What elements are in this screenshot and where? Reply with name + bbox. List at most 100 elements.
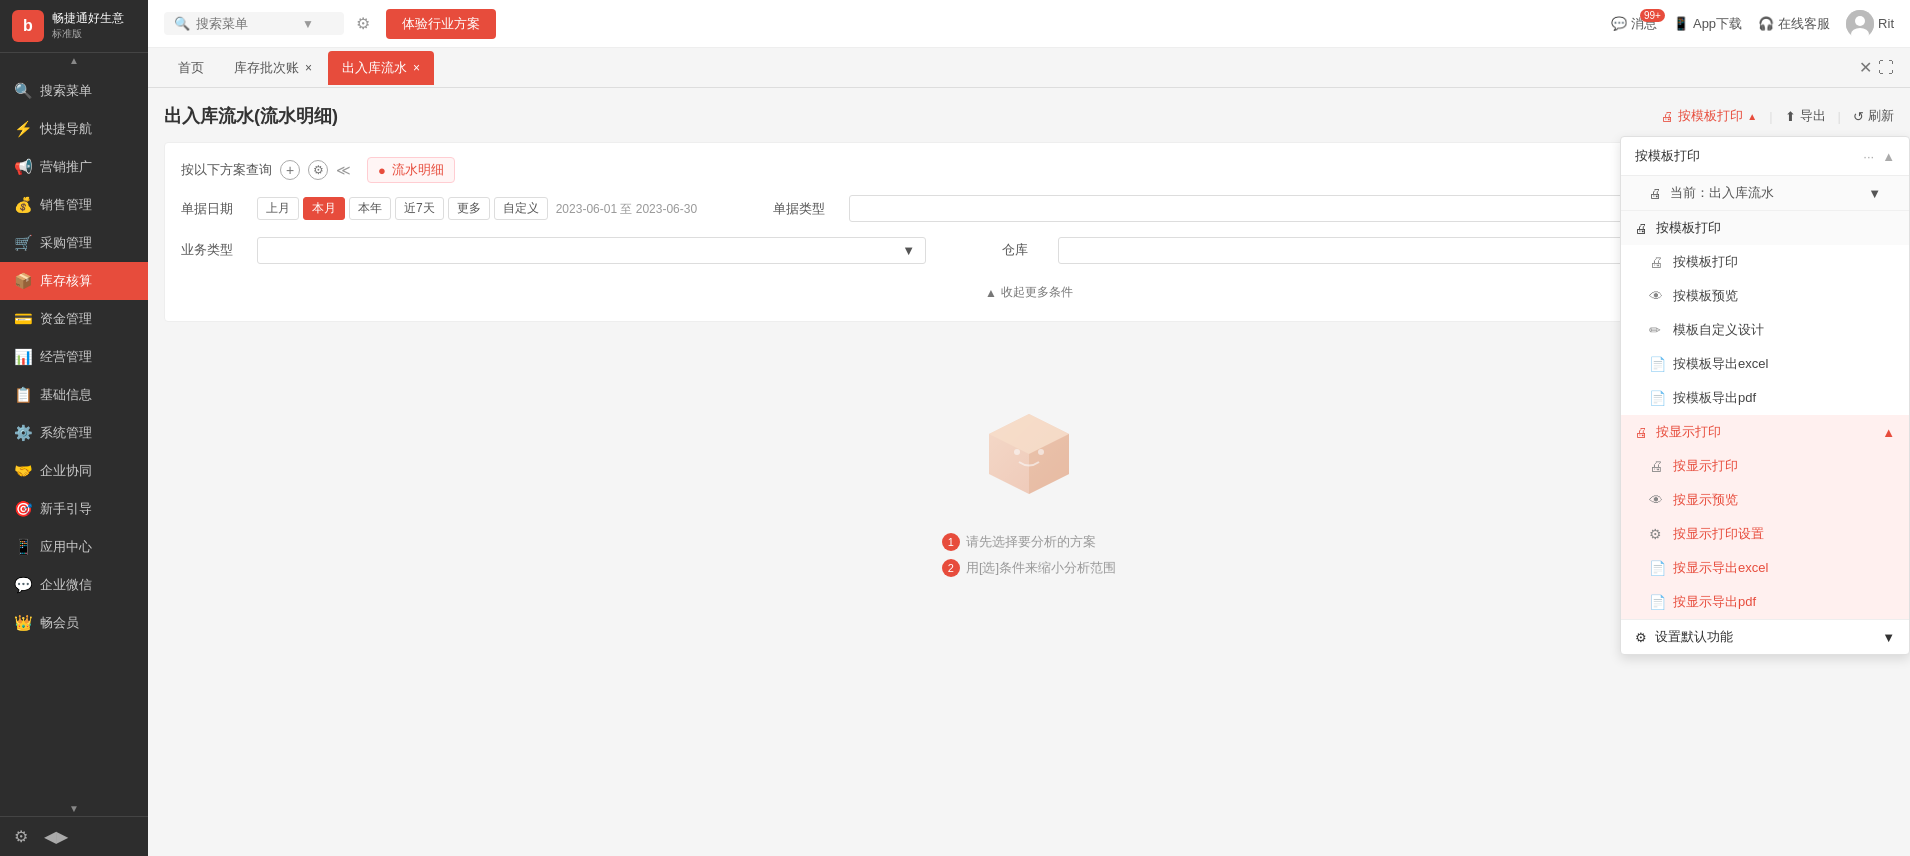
sidebar-item-enterprise[interactable]: 🤝 企业协同: [0, 452, 148, 490]
filter-add-btn[interactable]: +: [280, 160, 300, 180]
current-template-chevron: ▼: [1868, 186, 1881, 201]
filter-tag: ● 流水明细: [367, 157, 455, 183]
disp-excel-icon: 📄: [1649, 560, 1665, 576]
sidebar-item-wechat[interactable]: 💬 企业微信: [0, 566, 148, 604]
tpl-pdf-icon: 📄: [1649, 390, 1665, 406]
tab-batch-account-close[interactable]: ×: [305, 61, 312, 75]
sidebar-item-finance[interactable]: 💳 资金管理: [0, 300, 148, 338]
empty-hint-1: 1 请先选择要分析的方案: [942, 533, 1116, 551]
sidebar-item-inventory[interactable]: 📦 库存核算: [0, 262, 148, 300]
sidebar-item-quick-nav[interactable]: ⚡ 快捷导航: [0, 110, 148, 148]
display-export-excel-item[interactable]: 📄 按显示导出excel: [1621, 551, 1909, 585]
page-actions: 🖨 按模板打印 ▲ | ⬆ 导出 | ↺ 刷新: [1661, 107, 1894, 125]
content-area: 出入库流水(流水明细) 🖨 按模板打印 ▲ | ⬆ 导出 | ↺ 刷新: [148, 88, 1910, 856]
sidebar-item-vip[interactable]: 👑 畅会员: [0, 604, 148, 642]
tab-bar: 首页 库存批次账 × 出入库流水 × ✕ ⛶: [148, 48, 1910, 88]
main-area: 🔍 ▼ ⚙ 体验行业方案 💬 消息 99+ 📱 App下载 🎧 在线客服: [148, 0, 1910, 856]
tab-in-out-flow[interactable]: 出入库流水 ×: [328, 51, 434, 85]
print-template-btn[interactable]: 🖨 按模板打印 ▲: [1661, 107, 1757, 125]
print-dropdown-panel: 按模板打印 ··· ▲ 🖨 当前：出入库流水 ▼ 🖨 按模板打印: [1620, 136, 1910, 655]
disp-settings-icon: ⚙: [1649, 526, 1665, 542]
set-default-icon: ⚙: [1635, 630, 1647, 645]
display-print-settings-item[interactable]: ⚙ 按显示打印设置: [1621, 517, 1909, 551]
bottom-settings-icon[interactable]: ⚙: [14, 827, 28, 846]
sidebar-item-app-center[interactable]: 📱 应用中心: [0, 528, 148, 566]
vip-icon: 👑: [14, 614, 32, 632]
tab-home[interactable]: 首页: [164, 51, 218, 85]
tab-controls: ✕ ⛶: [1859, 58, 1894, 77]
set-default-btn[interactable]: ⚙ 设置默认功能 ▼: [1621, 620, 1909, 654]
tab-close-all-btn[interactable]: ✕: [1859, 58, 1872, 77]
topbar-gear-icon[interactable]: ⚙: [356, 14, 370, 33]
date-this-month-btn[interactable]: 本月: [303, 197, 345, 220]
search-chevron-icon[interactable]: ▼: [302, 17, 314, 31]
topbar-right: 💬 消息 99+ 📱 App下载 🎧 在线客服 Rit: [1611, 10, 1894, 38]
topbar-search-box[interactable]: 🔍 ▼: [164, 12, 344, 35]
tab-expand-btn[interactable]: ⛶: [1878, 59, 1894, 77]
tab-batch-account[interactable]: 库存批次账 ×: [220, 51, 326, 85]
message-btn[interactable]: 💬 消息 99+: [1611, 15, 1657, 33]
display-export-pdf-item[interactable]: 📄 按显示导出pdf: [1621, 585, 1909, 619]
empty-hints: 1 请先选择要分析的方案 2 用[选]条件来缩小分析范围: [942, 533, 1116, 577]
disp-print-icon: 🖨: [1649, 458, 1665, 474]
base-info-icon: 📋: [14, 386, 32, 404]
date-more-btn[interactable]: 更多: [448, 197, 490, 220]
display-print-group-header[interactable]: 🖨 按显示打印 ▲: [1621, 415, 1909, 449]
business-type-select[interactable]: ▼: [257, 237, 926, 264]
filter-tag-icon: ●: [378, 163, 386, 178]
purchase-icon: 🛒: [14, 234, 32, 252]
sidebar-item-search[interactable]: 🔍 搜索菜单: [0, 72, 148, 110]
message-icon: 💬: [1611, 16, 1627, 31]
template-export-excel-item[interactable]: 📄 按模板导出excel: [1621, 347, 1909, 381]
svg-point-1: [1855, 16, 1865, 26]
refresh-btn[interactable]: ↺ 刷新: [1853, 107, 1894, 125]
topbar: 🔍 ▼ ⚙ 体验行业方案 💬 消息 99+ 📱 App下载 🎧 在线客服: [148, 0, 1910, 48]
date-custom-btn[interactable]: 自定义: [494, 197, 548, 220]
dropdown-more-icon[interactable]: ···: [1863, 149, 1874, 164]
date-this-year-btn[interactable]: 本年: [349, 197, 391, 220]
tab-in-out-flow-close[interactable]: ×: [413, 61, 420, 75]
sidebar-item-sales[interactable]: 💰 销售管理: [0, 186, 148, 224]
sidebar-item-system[interactable]: ⚙️ 系统管理: [0, 414, 148, 452]
display-print-header-icon: 🖨: [1635, 425, 1648, 440]
date-range-display: 2023-06-01 至 2023-06-30: [556, 201, 697, 218]
industry-btn[interactable]: 体验行业方案: [386, 9, 496, 39]
system-icon: ⚙️: [14, 424, 32, 442]
sidebar-item-operations[interactable]: 📊 经营管理: [0, 338, 148, 376]
template-print-header-icon: 🖨: [1635, 221, 1648, 236]
template-print-group-header[interactable]: 🖨 按模板打印: [1621, 211, 1909, 245]
date-7days-btn[interactable]: 近7天: [395, 197, 444, 220]
app-download-btn[interactable]: 📱 App下载: [1673, 15, 1742, 33]
sidebar-nav: 🔍 搜索菜单 ⚡ 快捷导航 📢 营销推广 💰 销售管理 🛒 采购管理 📦 库存核…: [0, 68, 148, 801]
template-export-pdf-item[interactable]: 📄 按模板导出pdf: [1621, 381, 1909, 415]
template-preview-item[interactable]: 👁 按模板预览: [1621, 279, 1909, 313]
sidebar-item-base-info[interactable]: 📋 基础信息: [0, 376, 148, 414]
svg-point-6: [1014, 449, 1020, 455]
sidebar-item-purchase[interactable]: 🛒 采购管理: [0, 224, 148, 262]
date-prev-month-btn[interactable]: 上月: [257, 197, 299, 220]
sidebar-item-marketing[interactable]: 📢 营销推广: [0, 148, 148, 186]
quick-nav-icon: ⚡: [14, 120, 32, 138]
display-print-chevron: ▲: [1882, 425, 1895, 440]
search-icon: 🔍: [174, 16, 190, 31]
filter-collapse-icon[interactable]: ≪: [336, 162, 351, 178]
app-center-icon: 📱: [14, 538, 32, 556]
sidebar-item-guide[interactable]: 🎯 新手引导: [0, 490, 148, 528]
date-filter: 上月 本月 本年 近7天 更多 自定义 2023-06-01 至 2023-06…: [257, 197, 697, 220]
export-btn[interactable]: ⬆ 导出: [1785, 107, 1826, 125]
dropdown-chevron-up-icon[interactable]: ▲: [1882, 149, 1895, 164]
logo-area: b 畅捷通好生意 标准版: [0, 0, 148, 53]
search-input[interactable]: [196, 16, 296, 31]
template-custom-item[interactable]: ✏ 模板自定义设计: [1621, 313, 1909, 347]
user-area[interactable]: Rit: [1846, 10, 1894, 38]
display-print-item[interactable]: 🖨 按显示打印: [1621, 449, 1909, 483]
empty-illustration: [969, 394, 1089, 513]
service-btn[interactable]: 🎧 在线客服: [1758, 15, 1830, 33]
filter-settings-btn[interactable]: ⚙: [308, 160, 328, 180]
app-download-icon: 📱: [1673, 16, 1689, 31]
bottom-collapse-icon[interactable]: ◀▶: [44, 827, 68, 846]
display-preview-item[interactable]: 👁 按显示预览: [1621, 483, 1909, 517]
tpl-preview-icon: 👁: [1649, 288, 1665, 304]
template-print-item[interactable]: 🖨 按模板打印: [1621, 245, 1909, 279]
current-template-item[interactable]: 🖨 当前：出入库流水 ▼: [1621, 176, 1909, 211]
